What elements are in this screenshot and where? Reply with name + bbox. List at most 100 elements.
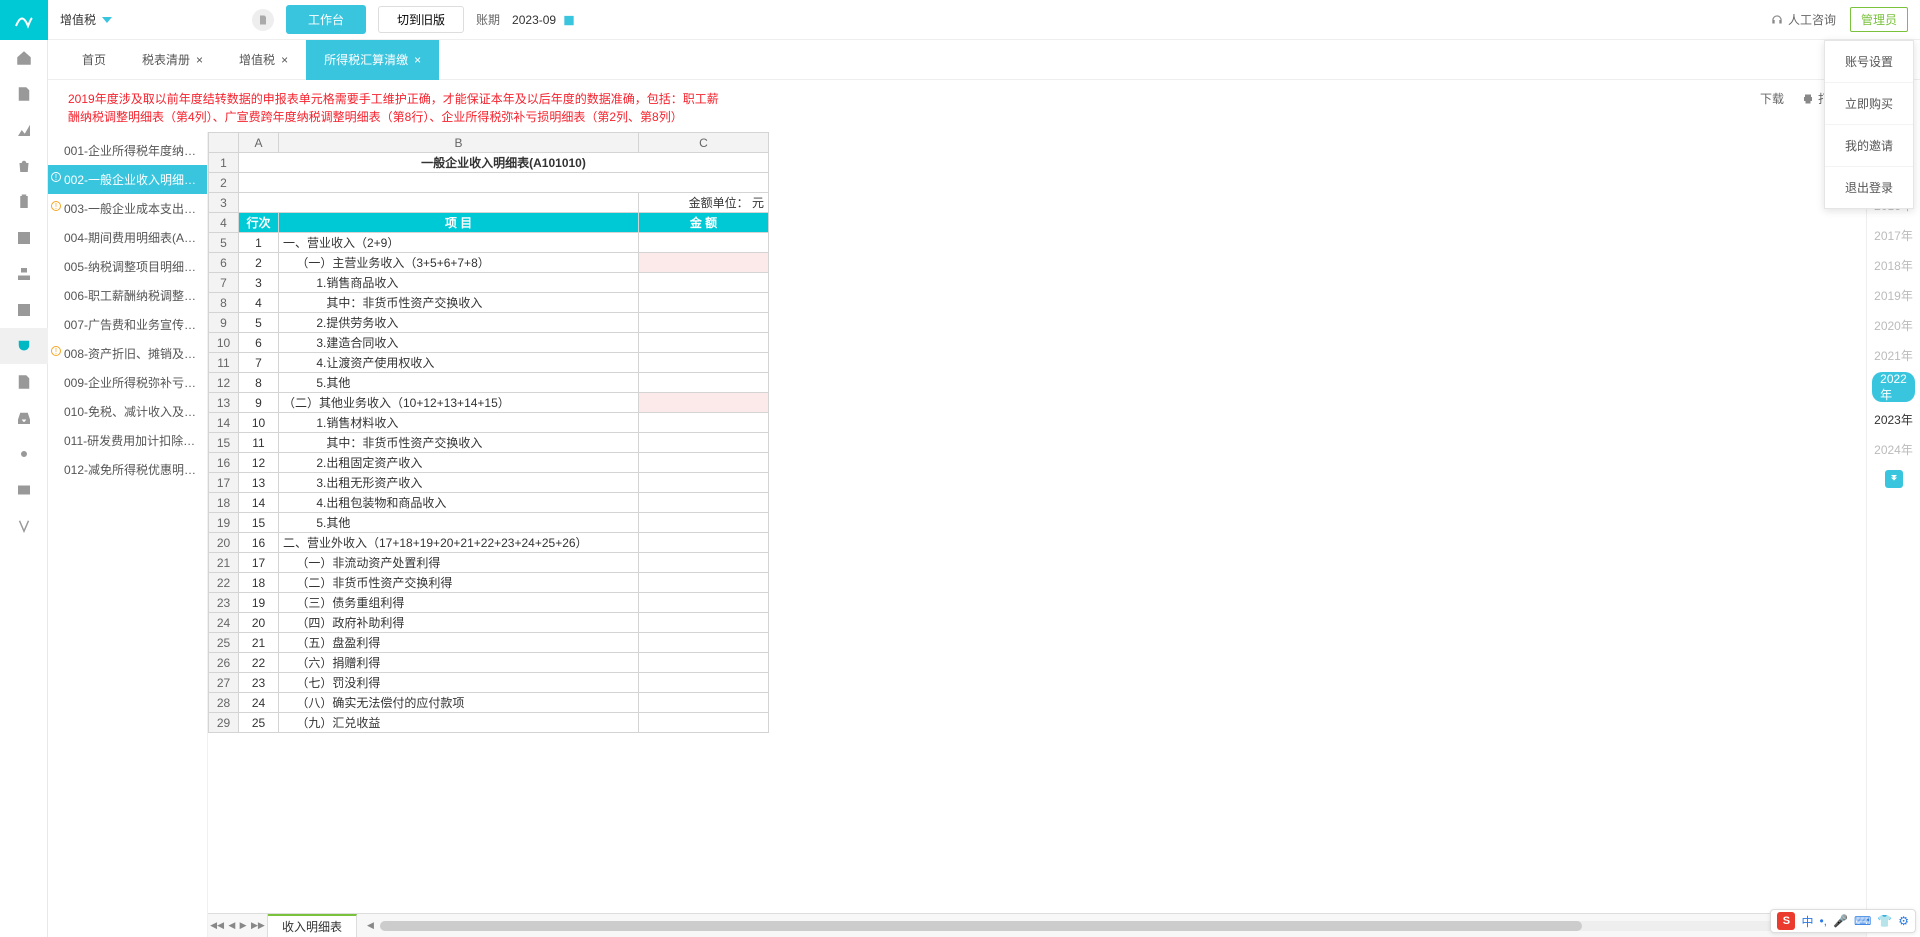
cell-item[interactable]: 2.出租固定资产收入 [279, 453, 639, 473]
cell-rownum[interactable]: 16 [239, 533, 279, 553]
form-list-item[interactable]: 004-期间费用明细表(A1040… [48, 223, 207, 252]
cell-rownum[interactable]: 15 [239, 513, 279, 533]
sheet-hscrollbar[interactable]: ◀ ▶ [357, 914, 1906, 937]
ime-settings-icon[interactable]: ⚙ [1898, 914, 1909, 928]
cell-item[interactable]: （一）主营业务收入（3+5+6+7+8） [279, 253, 639, 273]
cell-amount[interactable] [639, 433, 769, 453]
form-list-item[interactable]: !008-资产折旧、摊销及纳税… [48, 339, 207, 368]
row-head[interactable]: 9 [209, 313, 239, 333]
row-head[interactable]: 7 [209, 273, 239, 293]
row-head[interactable]: 18 [209, 493, 239, 513]
dropdown-buy-now[interactable]: 立即购买 [1825, 83, 1913, 125]
year-item[interactable]: 2017年 [1867, 220, 1920, 250]
cell-amount[interactable] [639, 553, 769, 573]
ime-punct[interactable]: •, [1819, 914, 1827, 928]
row-head[interactable]: 14 [209, 413, 239, 433]
cell-item[interactable]: 其中：非货币性资产交换收入 [279, 293, 639, 313]
hscroll-left-icon[interactable]: ◀ [367, 920, 374, 931]
cell-item[interactable]: 其中：非货币性资产交换收入 [279, 433, 639, 453]
cell-item[interactable]: （九）汇兑收益 [279, 713, 639, 733]
cell-rownum[interactable]: 24 [239, 693, 279, 713]
cell-amount[interactable] [639, 253, 769, 273]
tab-0[interactable]: 首页 [64, 40, 124, 80]
cell-amount[interactable] [639, 533, 769, 553]
col-head-a[interactable]: A [239, 133, 279, 153]
cell-rownum[interactable]: 21 [239, 633, 279, 653]
row-head[interactable]: 10 [209, 333, 239, 353]
cell-rownum[interactable]: 25 [239, 713, 279, 733]
nav-home-icon[interactable] [0, 40, 48, 76]
sheet-scroll-area[interactable]: ABC1一般企业收入明细表(A101010)23金额单位： 元4行次项 目金 额… [208, 132, 1906, 913]
dropdown-my-invites[interactable]: 我的邀请 [1825, 125, 1913, 167]
cell-amount[interactable] [639, 233, 769, 253]
cell-rownum[interactable]: 3 [239, 273, 279, 293]
cell-rownum[interactable]: 5 [239, 313, 279, 333]
cell-amount[interactable] [639, 273, 769, 293]
dropdown-account-settings[interactable]: 账号设置 [1825, 41, 1913, 83]
cell-amount[interactable] [639, 313, 769, 333]
nav-stamp-icon[interactable] [0, 256, 48, 292]
row-head[interactable]: 2 [209, 173, 239, 193]
row-head[interactable]: 12 [209, 373, 239, 393]
period-picker[interactable]: 2023-09 [512, 13, 576, 27]
sheet-nav-last-icon[interactable]: ▶▶ [251, 920, 265, 931]
admin-badge[interactable]: 管理员 [1850, 7, 1908, 32]
nav-cup-icon[interactable] [0, 328, 48, 364]
cell-amount[interactable] [639, 293, 769, 313]
row-head[interactable]: 26 [209, 653, 239, 673]
cell-item[interactable]: 4.让渡资产使用权收入 [279, 353, 639, 373]
cell-rownum[interactable]: 4 [239, 293, 279, 313]
cell-item[interactable]: （五）盘盈利得 [279, 633, 639, 653]
year-item[interactable]: 2024年 [1867, 434, 1920, 464]
cell-amount[interactable] [639, 373, 769, 393]
cell-rownum[interactable]: 18 [239, 573, 279, 593]
nav-v-icon[interactable] [0, 508, 48, 544]
ime-mic-icon[interactable]: 🎤 [1833, 914, 1848, 928]
row-head[interactable]: 27 [209, 673, 239, 693]
row-head[interactable]: 29 [209, 713, 239, 733]
form-list-item[interactable]: 011-研发费用加计扣除优惠… [48, 426, 207, 455]
cell-rownum[interactable]: 14 [239, 493, 279, 513]
row-head[interactable]: 13 [209, 393, 239, 413]
row-head[interactable]: 23 [209, 593, 239, 613]
year-item[interactable]: 2018年 [1867, 250, 1920, 280]
cell-rownum[interactable]: 2 [239, 253, 279, 273]
form-list-item[interactable]: 007-广告费和业务宣传费跨… [48, 310, 207, 339]
year-item[interactable]: 2020年 [1867, 310, 1920, 340]
ime-keyboard-icon[interactable]: ⌨ [1854, 914, 1871, 928]
row-head[interactable]: 16 [209, 453, 239, 473]
cell-rownum[interactable]: 6 [239, 333, 279, 353]
nav-bag-icon[interactable] [0, 148, 48, 184]
nav-report-icon[interactable] [0, 220, 48, 256]
row-head[interactable]: 3 [209, 193, 239, 213]
row-head[interactable]: 21 [209, 553, 239, 573]
cell-rownum[interactable]: 8 [239, 373, 279, 393]
year-item[interactable]: 2021年 [1867, 340, 1920, 370]
nav-export-icon[interactable] [0, 364, 48, 400]
tab-close-icon[interactable]: × [414, 53, 421, 67]
cell-item[interactable]: （二）其他业务收入（10+12+13+14+15） [279, 393, 639, 413]
nav-video-icon[interactable] [0, 472, 48, 508]
row-head[interactable]: 5 [209, 233, 239, 253]
sheet-cell[interactable] [239, 193, 639, 213]
cell-amount[interactable] [639, 473, 769, 493]
form-list-item[interactable]: 001-企业所得税年度纳税申… [48, 136, 207, 165]
sheet-nav-next-icon[interactable]: ▶ [240, 920, 247, 931]
year-item[interactable]: 2019年 [1867, 280, 1920, 310]
hscroll-thumb[interactable] [380, 921, 1583, 931]
cell-rownum[interactable]: 11 [239, 433, 279, 453]
dropdown-logout[interactable]: 退出登录 [1825, 167, 1913, 208]
doc-icon[interactable] [252, 9, 274, 31]
row-head[interactable]: 15 [209, 433, 239, 453]
cell-amount[interactable] [639, 413, 769, 433]
ime-logo-icon[interactable]: S [1777, 912, 1795, 930]
form-list-item[interactable]: !002-一般企业收入明细表(A1… [48, 165, 207, 194]
tab-close-icon[interactable]: × [196, 53, 203, 67]
cell-rownum[interactable]: 17 [239, 553, 279, 573]
form-list-item[interactable]: 012-减免所得税优惠明细表(… [48, 455, 207, 484]
form-list-item[interactable]: 010-免税、减计收入及加计… [48, 397, 207, 426]
row-head[interactable]: 4 [209, 213, 239, 233]
cell-rownum[interactable]: 22 [239, 653, 279, 673]
nav-chart-icon[interactable] [0, 112, 48, 148]
cell-item[interactable]: （六）捐赠利得 [279, 653, 639, 673]
